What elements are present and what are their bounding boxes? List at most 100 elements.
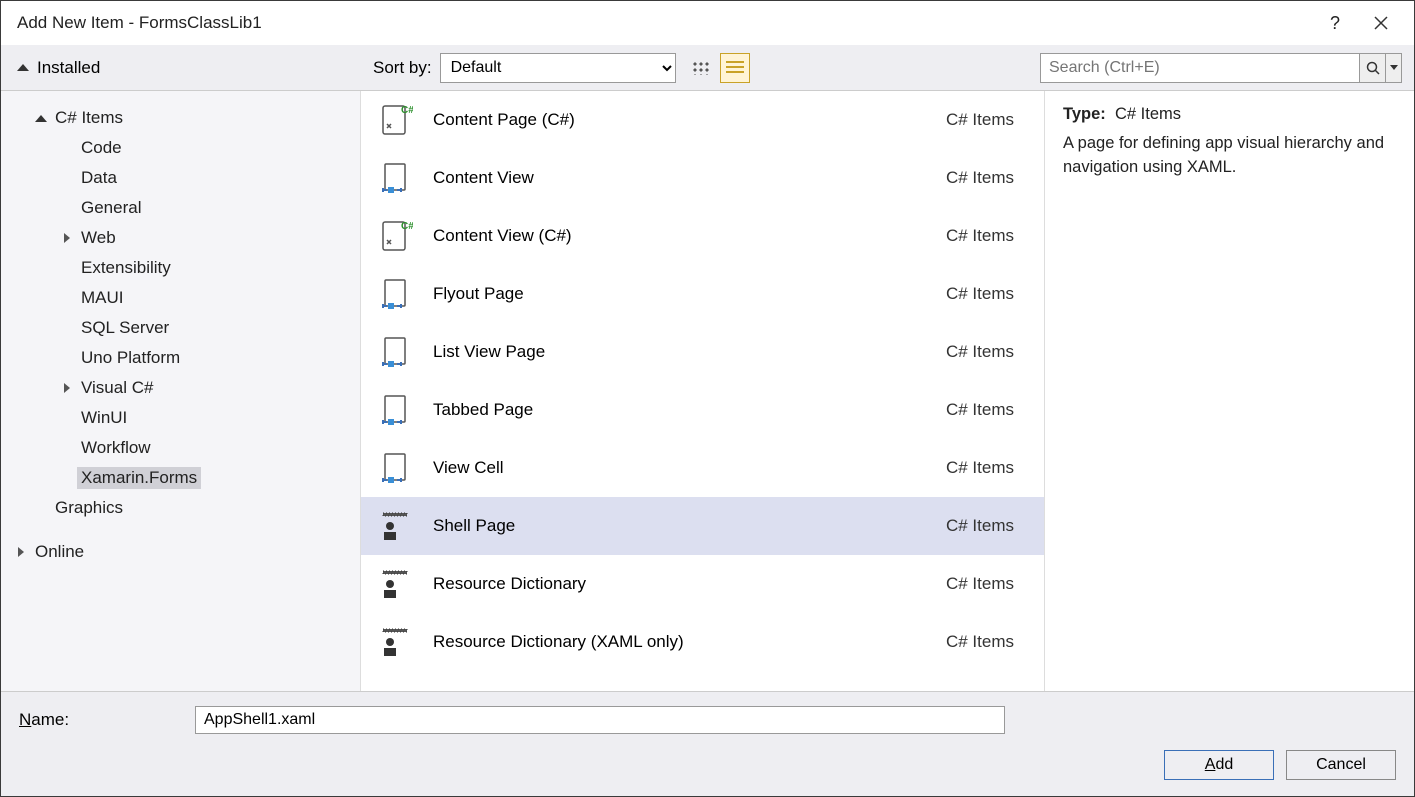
template-name: View Cell	[433, 458, 946, 478]
template-item[interactable]: Tabbed PageC# Items	[361, 381, 1044, 439]
tree-node-label: Graphics	[51, 497, 127, 519]
details-type-value: C# Items	[1115, 105, 1181, 124]
xaml-page-icon	[377, 160, 413, 196]
tree-node-label: Online	[31, 541, 88, 563]
template-name: List View Page	[433, 342, 946, 362]
tree-node-workflow[interactable]: Workflow	[1, 433, 360, 463]
tree-node-label: WinUI	[77, 407, 131, 429]
tree-node-winui[interactable]: WinUI	[1, 403, 360, 433]
template-name: Tabbed Page	[433, 400, 946, 420]
template-name: Content View (C#)	[433, 226, 946, 246]
tree-node-extensibility[interactable]: Extensibility	[1, 253, 360, 283]
template-item[interactable]: Resource DictionaryC# Items	[361, 555, 1044, 613]
template-name: Flyout Page	[433, 284, 946, 304]
tree-node-c-items[interactable]: C# Items	[1, 103, 360, 133]
template-item[interactable]: Shell PageC# Items	[361, 497, 1044, 555]
tree-arrow-icon	[61, 383, 73, 393]
titlebar: Add New Item - FormsClassLib1 ?	[1, 1, 1414, 45]
tree-node-label: Data	[77, 167, 121, 189]
footer: Name: Add Cancel	[1, 692, 1414, 796]
template-category: C# Items	[946, 400, 1014, 420]
help-button[interactable]: ?	[1312, 7, 1358, 39]
template-name: Content Page (C#)	[433, 110, 946, 130]
tree-node-label: General	[77, 197, 145, 219]
template-name: Content View	[433, 168, 946, 188]
toolbar: Installed Sort by: Default	[1, 45, 1414, 91]
template-category: C# Items	[946, 632, 1014, 652]
template-item[interactable]: C# Content View (C#)C# Items	[361, 207, 1044, 265]
tree-node-graphics[interactable]: Graphics	[1, 493, 360, 523]
svg-text:C#: C#	[401, 105, 413, 116]
search-group	[1040, 53, 1402, 83]
details-description: A page for defining app visual hierarchy…	[1063, 132, 1396, 180]
tree-arrow-icon	[15, 547, 27, 557]
sort-group: Sort by: Default	[373, 53, 676, 83]
tree-node-general[interactable]: General	[1, 193, 360, 223]
view-grid-button[interactable]	[686, 53, 716, 83]
add-button[interactable]: Add	[1164, 750, 1274, 780]
tree-node-label: MAUI	[77, 287, 128, 309]
template-item[interactable]: View CellC# Items	[361, 439, 1044, 497]
main-area: C# Items Code Data General Web Extensibility M…	[1, 91, 1414, 692]
template-name: Resource Dictionary	[433, 574, 946, 594]
installed-label: Installed	[37, 58, 100, 78]
chevron-down-icon	[17, 64, 29, 71]
name-input[interactable]	[195, 706, 1005, 734]
template-category: C# Items	[946, 110, 1014, 130]
xaml-page-icon	[377, 276, 413, 312]
sort-select[interactable]: Default	[440, 53, 676, 83]
template-category: C# Items	[946, 284, 1014, 304]
shell-icon	[377, 508, 413, 544]
window-title: Add New Item - FormsClassLib1	[17, 13, 1312, 33]
shell-icon	[377, 624, 413, 660]
tree-node-label: SQL Server	[77, 317, 173, 339]
cs-class-icon: C#	[377, 218, 413, 254]
template-item[interactable]: List View PageC# Items	[361, 323, 1044, 381]
tree-node-label: Uno Platform	[77, 347, 184, 369]
cs-class-icon: C#	[377, 102, 413, 138]
search-button[interactable]	[1360, 53, 1386, 83]
details-panel: Type: C# Items A page for defining app v…	[1044, 91, 1414, 691]
search-input[interactable]	[1040, 53, 1360, 83]
tree-node-label: Extensibility	[77, 257, 175, 279]
template-list[interactable]: C#Content Page (C#)C# ItemsContent ViewC…	[361, 91, 1044, 691]
close-button[interactable]	[1358, 7, 1404, 39]
template-category: C# Items	[946, 168, 1014, 188]
template-name: Resource Dictionary (XAML only)	[433, 632, 946, 652]
search-dropdown-button[interactable]	[1386, 53, 1402, 83]
template-item[interactable]: Flyout PageC# Items	[361, 265, 1044, 323]
template-item[interactable]: Resource Dictionary (XAML only)C# Items	[361, 613, 1044, 671]
category-tree: C# Items Code Data General Web Extensibility M…	[1, 91, 361, 691]
tree-node-label: Visual C#	[77, 377, 157, 399]
tree-node-visual-c-[interactable]: Visual C#	[1, 373, 360, 403]
tree-node-label: C# Items	[51, 107, 127, 129]
tree-node-label: Web	[77, 227, 120, 249]
tree-node-online[interactable]: Online	[1, 537, 360, 567]
tree-node-label: Workflow	[77, 437, 155, 459]
template-category: C# Items	[946, 458, 1014, 478]
tree-node-uno-platform[interactable]: Uno Platform	[1, 343, 360, 373]
tree-node-data[interactable]: Data	[1, 163, 360, 193]
template-category: C# Items	[946, 342, 1014, 362]
template-category: C# Items	[946, 574, 1014, 594]
installed-header[interactable]: Installed	[13, 58, 373, 78]
tree-node-maui[interactable]: MAUI	[1, 283, 360, 313]
tree-node-label: Xamarin.Forms	[77, 467, 201, 489]
xaml-page-icon	[377, 334, 413, 370]
sort-label: Sort by:	[373, 58, 432, 78]
cancel-button[interactable]: Cancel	[1286, 750, 1396, 780]
template-category: C# Items	[946, 516, 1014, 536]
tree-node-code[interactable]: Code	[1, 133, 360, 163]
name-label: Name:	[19, 710, 195, 730]
tree-node-label: Code	[77, 137, 126, 159]
tree-node-xamarin-forms[interactable]: Xamarin.Forms	[1, 463, 360, 493]
view-list-button[interactable]	[720, 53, 750, 83]
template-item[interactable]: C# Content Page (C#)C# Items	[361, 91, 1044, 149]
tree-node-web[interactable]: Web	[1, 223, 360, 253]
template-category: C# Items	[946, 226, 1014, 246]
template-name: Shell Page	[433, 516, 946, 536]
tree-node-sql-server[interactable]: SQL Server	[1, 313, 360, 343]
details-type-label: Type:	[1063, 105, 1115, 124]
template-item[interactable]: Content ViewC# Items	[361, 149, 1044, 207]
tree-arrow-icon	[35, 115, 47, 122]
